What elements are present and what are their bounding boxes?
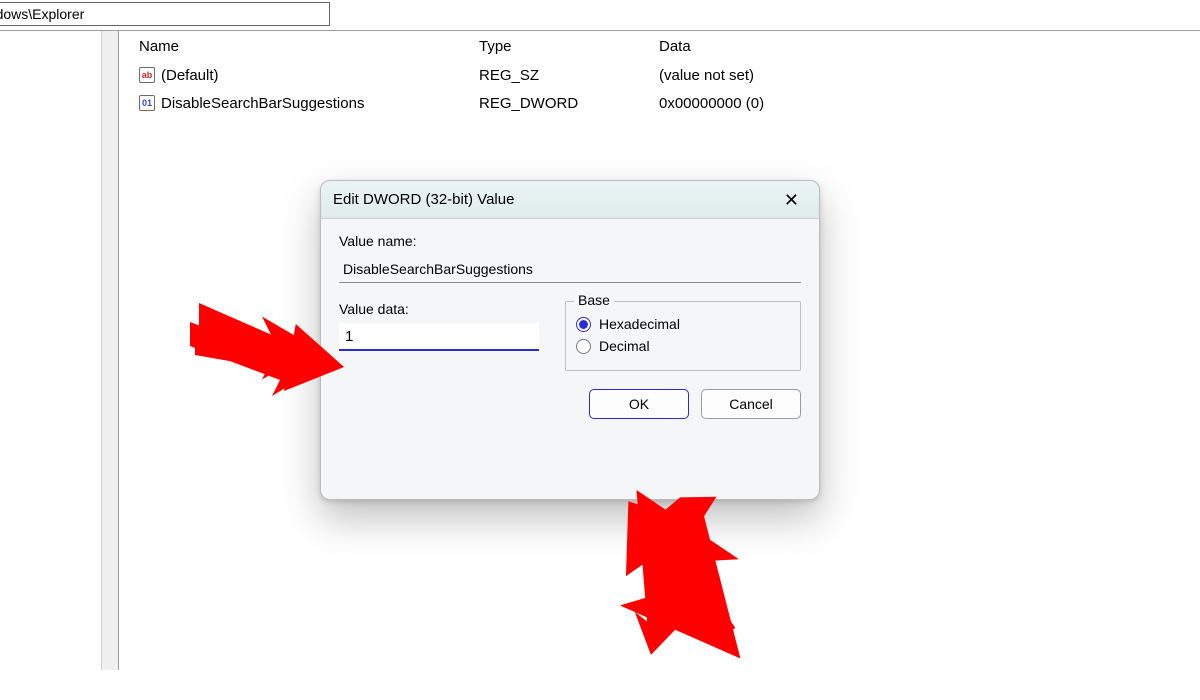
dialog-title: Edit DWORD (32-bit) Value <box>333 191 776 208</box>
radio-decimal-label: Decimal <box>599 338 650 354</box>
list-header: Name Type Data <box>119 31 1200 61</box>
row-name: (Default) <box>161 67 219 84</box>
col-header-data[interactable]: Data <box>659 38 1200 55</box>
list-rows: ab (Default) REG_SZ (value not set) 01 D… <box>119 61 1200 117</box>
row-type: REG_SZ <box>479 67 659 84</box>
base-groupbox: Base Hexadecimal Decimal <box>565 301 801 371</box>
table-row[interactable]: ab (Default) REG_SZ (value not set) <box>119 61 1200 89</box>
value-name-label: Value name: <box>339 233 801 249</box>
reg-sz-icon: ab <box>139 67 155 83</box>
radio-decimal[interactable]: Decimal <box>576 338 790 354</box>
value-name-field[interactable] <box>339 255 801 283</box>
radio-hexadecimal[interactable]: Hexadecimal <box>576 316 790 332</box>
reg-dword-icon: 01 <box>139 95 155 111</box>
base-legend: Base <box>574 292 614 308</box>
row-data: 0x00000000 (0) <box>659 95 1200 112</box>
tree-scrollbar-thumb[interactable] <box>104 291 116 351</box>
row-type: REG_DWORD <box>479 95 659 112</box>
close-icon[interactable]: ✕ <box>776 187 807 213</box>
value-data-label: Value data: <box>339 301 539 317</box>
dialog-button-row: OK Cancel <box>321 371 819 437</box>
row-name: DisableSearchBarSuggestions <box>161 95 364 112</box>
tree-pane[interactable]: a-823c-cfc0 <box>0 30 119 670</box>
radio-hexadecimal-input[interactable] <box>576 317 591 332</box>
table-row[interactable]: 01 DisableSearchBarSuggestions REG_DWORD… <box>119 89 1200 117</box>
dialog-body: Value name: Value data: Base Hexadecimal… <box>321 219 819 371</box>
col-header-type[interactable]: Type <box>479 38 659 55</box>
row-data: (value not set) <box>659 67 1200 84</box>
col-header-name[interactable]: Name <box>119 38 479 55</box>
cancel-button[interactable]: Cancel <box>701 389 801 419</box>
edit-dword-dialog: Edit DWORD (32-bit) Value ✕ Value name: … <box>320 180 820 500</box>
address-bar[interactable] <box>0 2 330 26</box>
address-bar-wrap <box>0 0 1200 30</box>
ok-button[interactable]: OK <box>589 389 689 419</box>
value-data-field[interactable] <box>339 323 539 351</box>
radio-decimal-input[interactable] <box>576 339 591 354</box>
radio-hexadecimal-label: Hexadecimal <box>599 316 680 332</box>
dialog-titlebar[interactable]: Edit DWORD (32-bit) Value ✕ <box>321 181 819 219</box>
